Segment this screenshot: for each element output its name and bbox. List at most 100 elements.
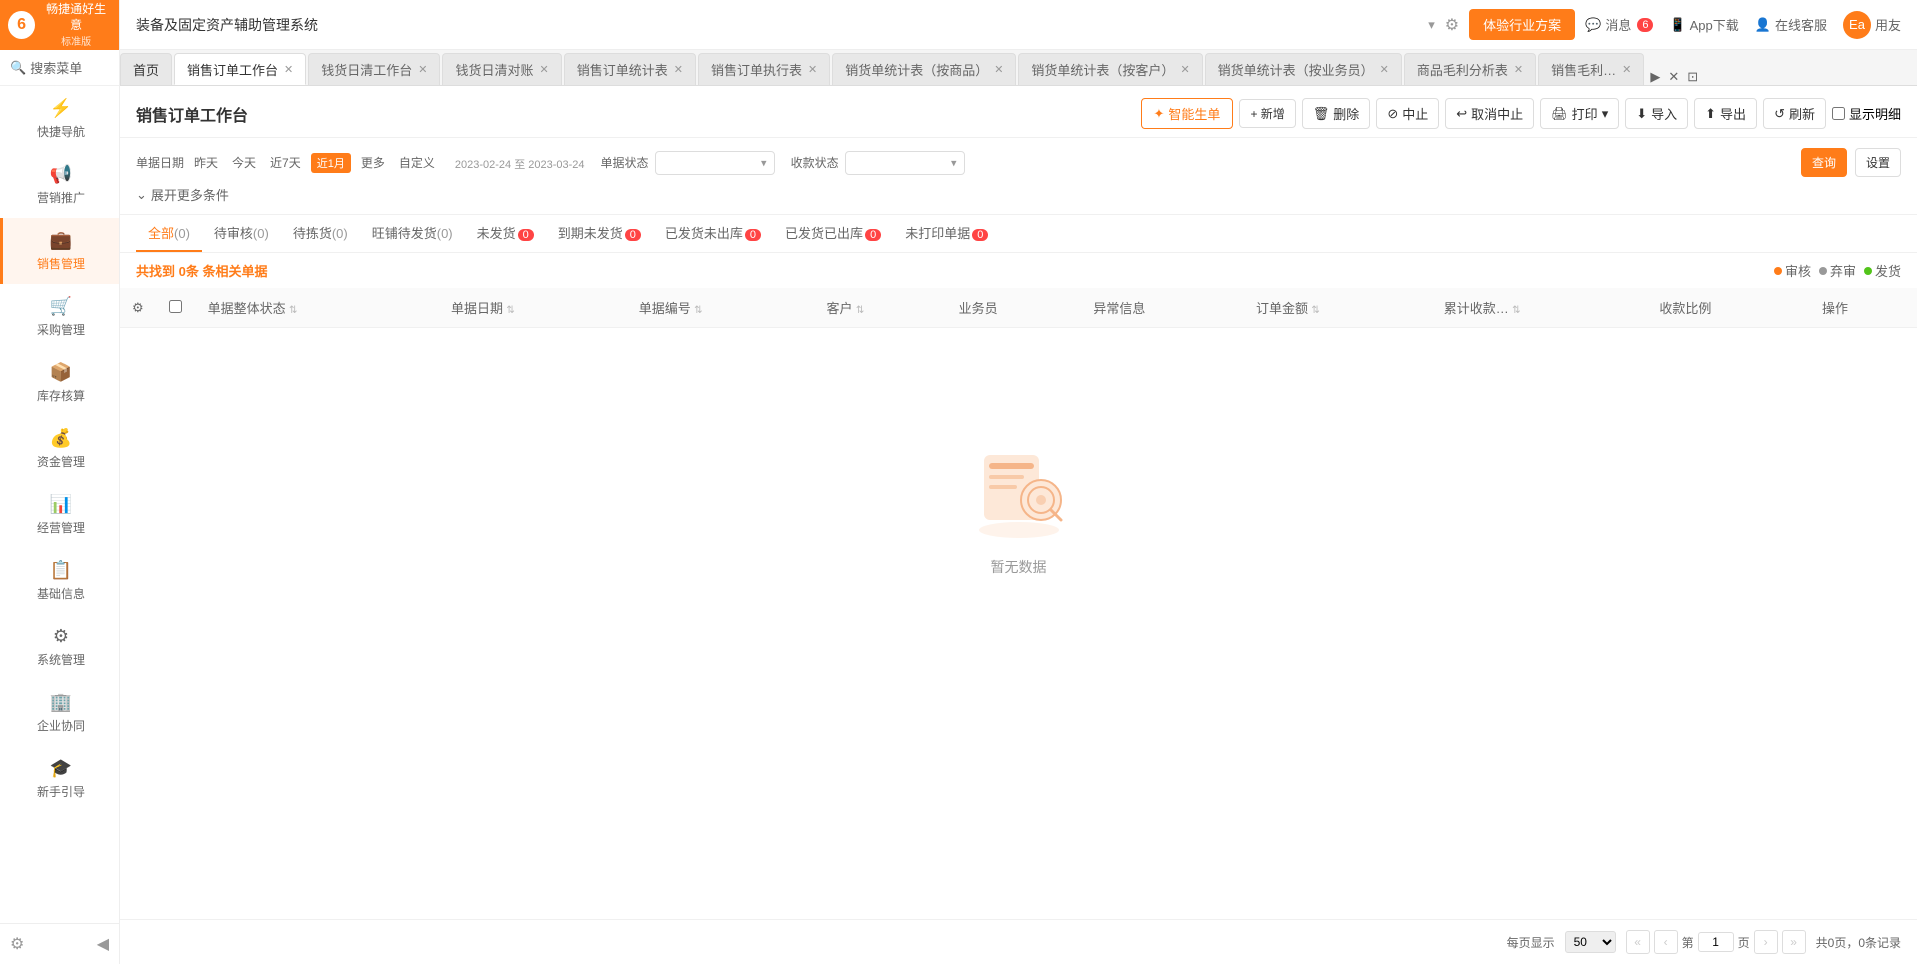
filter-settings-btn[interactable]: 设置 bbox=[1855, 148, 1901, 177]
page-size-select[interactable]: 50 100 bbox=[1565, 931, 1616, 953]
sort-icon[interactable]: ⇅ bbox=[856, 305, 864, 316]
tab-close-icon[interactable]: ✕ bbox=[994, 63, 1003, 76]
page-input[interactable] bbox=[1698, 932, 1734, 952]
expand-conditions-btn[interactable]: ⌄ 展开更多条件 bbox=[136, 185, 1901, 204]
status-select-wrapper bbox=[655, 151, 775, 175]
date-1month[interactable]: 近1月 bbox=[311, 153, 351, 173]
sidebar-item-guide[interactable]: 🎓 新手引导 bbox=[0, 746, 119, 812]
new-btn[interactable]: + 新增 bbox=[1239, 99, 1295, 128]
sidebar-item-inventory[interactable]: 📦 库存核算 bbox=[0, 350, 119, 416]
sort-icon[interactable]: ⇅ bbox=[289, 305, 297, 316]
select-all-checkbox[interactable] bbox=[169, 300, 182, 313]
unreview-dot bbox=[1819, 267, 1827, 275]
settings-col-icon[interactable]: ⚙ bbox=[132, 300, 144, 315]
sidebar-item-basic-info[interactable]: 📋 基础信息 bbox=[0, 548, 119, 614]
collapse-icon[interactable]: ◀ bbox=[97, 934, 109, 954]
sidebar-item-purchase[interactable]: 🛒 采购管理 bbox=[0, 284, 119, 350]
tab-margin[interactable]: 商品毛利分析表 ✕ bbox=[1404, 53, 1536, 85]
status-tab-unprinted[interactable]: 未打印单据0 bbox=[893, 215, 1000, 252]
tab-sales-profit[interactable]: 销售毛利… ✕ bbox=[1538, 53, 1644, 85]
import-btn[interactable]: ⬇ 导入 bbox=[1625, 98, 1688, 129]
sidebar-item-quick-nav[interactable]: ⚡ 快捷导航 bbox=[0, 86, 119, 152]
sort-icon[interactable]: ⇅ bbox=[506, 305, 514, 316]
page-next-btn[interactable]: › bbox=[1754, 930, 1778, 954]
page-prev-btn[interactable]: ‹ bbox=[1654, 930, 1678, 954]
sort-icon[interactable]: ⇅ bbox=[1512, 305, 1520, 316]
tab-home[interactable]: 首页 bbox=[120, 53, 172, 85]
user-menu[interactable]: Ea 用友 bbox=[1843, 11, 1901, 39]
sidebar-item-finance[interactable]: 💰 资金管理 bbox=[0, 416, 119, 482]
unreview-btn[interactable]: 弃审 bbox=[1819, 261, 1856, 280]
stop-btn[interactable]: ⊘ 中止 bbox=[1376, 98, 1439, 129]
sidebar-item-marketing[interactable]: 📢 营销推广 bbox=[0, 152, 119, 218]
content-spacer bbox=[120, 684, 1917, 920]
status-tab-overdue[interactable]: 到期未发货0 bbox=[546, 215, 653, 252]
tab-close-icon[interactable]: ✕ bbox=[1622, 63, 1631, 76]
ai-gen-btn[interactable]: ✦ 智能生单 bbox=[1141, 98, 1234, 129]
tab-sales-exec[interactable]: 销售订单执行表 ✕ bbox=[698, 53, 830, 85]
date-more[interactable]: 更多 bbox=[357, 152, 389, 173]
export-btn[interactable]: ⬆ 导出 bbox=[1694, 98, 1757, 129]
tab-sales-stats[interactable]: 销售订单统计表 ✕ bbox=[564, 53, 696, 85]
table-scroll[interactable]: ⚙ 单据整体状态 ⇅ 单据日期 ⇅ bbox=[120, 288, 1917, 328]
review-btn[interactable]: 审核 bbox=[1774, 261, 1811, 280]
status-tab-shipped-out[interactable]: 已发货已出库0 bbox=[773, 215, 893, 252]
sort-icon[interactable]: ⇅ bbox=[694, 305, 702, 316]
tab-stats-customer[interactable]: 销货单统计表（按客户） ✕ bbox=[1018, 53, 1202, 85]
print-btn[interactable]: 🖨 打印 ▾ bbox=[1540, 98, 1619, 129]
tab-close-icon[interactable]: ✕ bbox=[674, 63, 683, 76]
status-tab-pending-review[interactable]: 待审核(0) bbox=[202, 215, 281, 252]
date-7days[interactable]: 近7天 bbox=[266, 152, 305, 173]
sort-icon[interactable]: ⇅ bbox=[1311, 305, 1319, 316]
cancel-stop-btn[interactable]: ↩ 取消中止 bbox=[1445, 98, 1534, 129]
tab-close-icon[interactable]: ✕ bbox=[1514, 63, 1523, 76]
app-download-btn[interactable]: 📱 App下载 bbox=[1669, 15, 1738, 34]
payment-select[interactable] bbox=[845, 151, 965, 175]
tab-close-icon[interactable]: ✕ bbox=[1180, 63, 1189, 76]
tab-sales-workbench[interactable]: 销售订单工作台 ✕ bbox=[174, 53, 306, 85]
sidebar-item-sales[interactable]: 💼 销售管理 bbox=[0, 218, 119, 284]
query-btn[interactable]: 查询 bbox=[1801, 148, 1847, 177]
message-btn[interactable]: 💬 消息 6 bbox=[1585, 15, 1653, 34]
sidebar-item-system[interactable]: ⚙ 系统管理 bbox=[0, 614, 119, 680]
sidebar-item-enterprise[interactable]: 🏢 企业协同 bbox=[0, 680, 119, 746]
topbar-gear-icon[interactable]: ⚙ bbox=[1445, 15, 1459, 35]
tab-cash-reconcile[interactable]: 钱货日清对账 ✕ bbox=[442, 53, 561, 85]
sidebar-item-operation[interactable]: 📊 经营管理 bbox=[0, 482, 119, 548]
refresh-btn[interactable]: ↺ 刷新 bbox=[1763, 98, 1826, 129]
settings-bottom-icon[interactable]: ⚙ bbox=[10, 934, 24, 954]
date-today[interactable]: 今天 bbox=[228, 152, 260, 173]
status-tab-wangpu[interactable]: 旺铺待发货(0) bbox=[360, 215, 465, 252]
date-custom[interactable]: 自定义 bbox=[395, 152, 439, 173]
sidebar-search[interactable]: 🔍 搜索菜单 bbox=[0, 50, 119, 86]
topbar-dropdown-arrow[interactable]: ▾ bbox=[1428, 17, 1435, 33]
tab-stats-product[interactable]: 销货单统计表（按商品） ✕ bbox=[832, 53, 1016, 85]
tab-close-icon[interactable]: ✕ bbox=[1380, 63, 1389, 76]
online-service-btn[interactable]: 👤 在线客服 bbox=[1755, 15, 1827, 34]
tabbar-nav-close[interactable]: ✕ bbox=[1664, 69, 1683, 85]
status-tab-not-shipped[interactable]: 未发货0 bbox=[465, 215, 546, 252]
tab-close-icon[interactable]: ✕ bbox=[284, 63, 293, 76]
page-last-btn[interactable]: » bbox=[1782, 930, 1806, 954]
tabbar-nav-expand[interactable]: ⊡ bbox=[1683, 69, 1702, 85]
status-tab-all[interactable]: 全部(0) bbox=[136, 215, 202, 252]
tab-close-icon[interactable]: ✕ bbox=[418, 63, 427, 76]
show-detail-input[interactable] bbox=[1832, 107, 1845, 120]
ship-btn[interactable]: 发货 bbox=[1864, 261, 1901, 280]
status-tab-pending-pickup[interactable]: 待拣货(0) bbox=[281, 215, 360, 252]
sidebar-item-label: 系统管理 bbox=[37, 651, 85, 668]
show-detail-checkbox[interactable]: 显示明细 bbox=[1832, 104, 1901, 123]
tab-close-icon[interactable]: ✕ bbox=[540, 63, 549, 76]
tab-stats-salesman[interactable]: 销货单统计表（按业务员） ✕ bbox=[1205, 53, 1402, 85]
tab-close-icon[interactable]: ✕ bbox=[808, 63, 817, 76]
date-yesterday[interactable]: 昨天 bbox=[190, 152, 222, 173]
status-select[interactable] bbox=[655, 151, 775, 175]
status-tab-shipped-not-out[interactable]: 已发货未出库0 bbox=[653, 215, 773, 252]
col-abnormal: 异常信息 bbox=[1081, 288, 1244, 328]
sidebar-logo[interactable]: 6 畅捷通好生意 标准版 bbox=[0, 0, 119, 50]
industry-btn[interactable]: 体验行业方案 bbox=[1469, 9, 1575, 40]
page-first-btn[interactable]: « bbox=[1626, 930, 1650, 954]
delete-btn[interactable]: 🗑 删除 bbox=[1302, 98, 1371, 129]
tab-cash-daily[interactable]: 钱货日清工作台 ✕ bbox=[308, 53, 440, 85]
tabbar-nav-more[interactable]: ▶ bbox=[1646, 69, 1664, 85]
